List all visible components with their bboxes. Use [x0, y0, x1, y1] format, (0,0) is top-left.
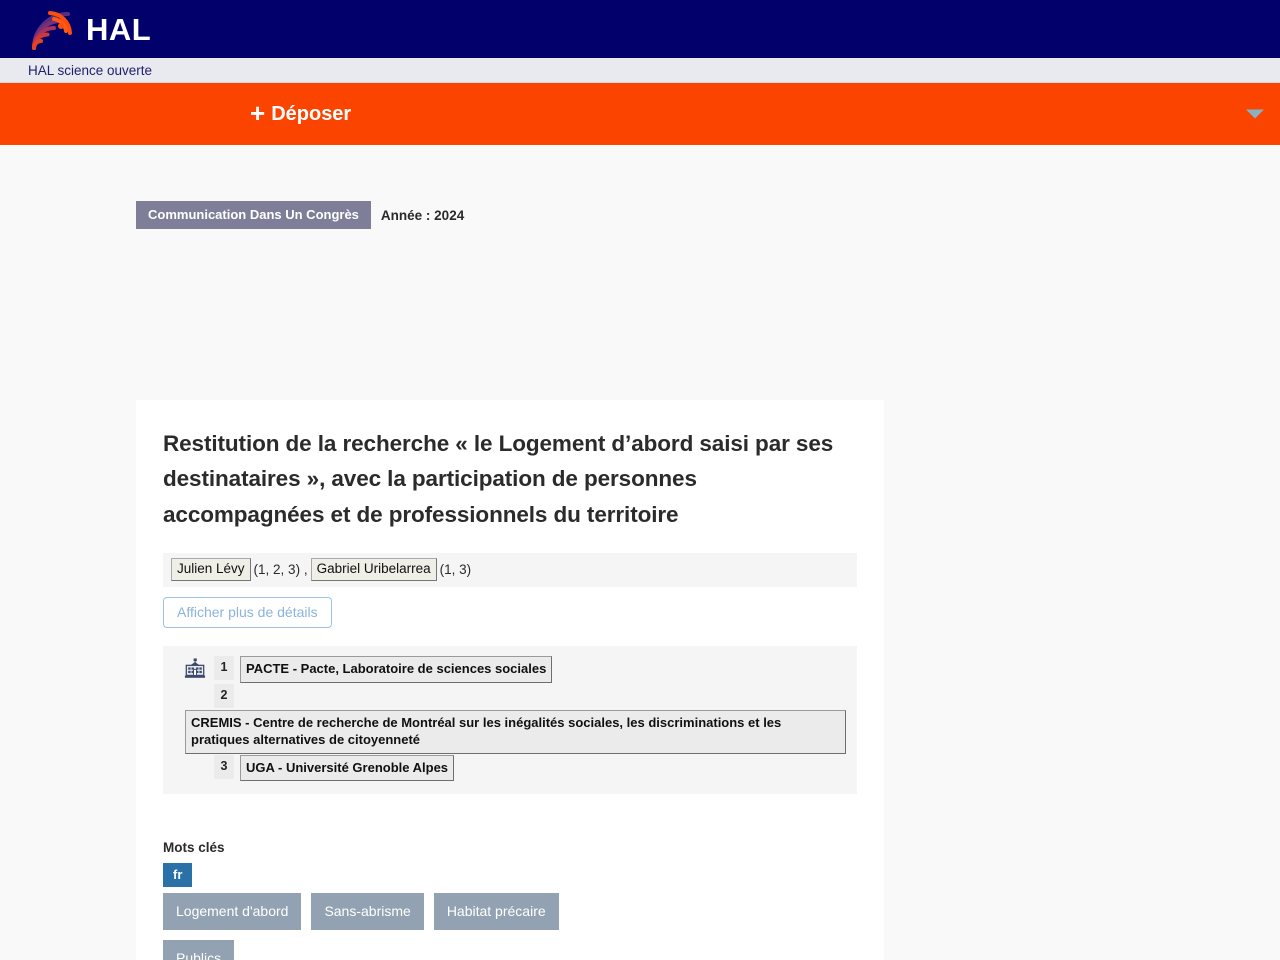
- affiliations-band: 1 PACTE - Pacte, Laboratoire de sciences…: [163, 646, 857, 795]
- keywords-heading: Mots clés: [163, 840, 225, 856]
- keyword-chip[interactable]: Logement d'abord: [163, 893, 302, 931]
- author-affiliation-refs: (1, 2, 3) ,: [253, 562, 308, 578]
- deposit-action-bar: + Déposer: [0, 83, 1280, 145]
- publication-year: Année : 2024: [380, 207, 465, 223]
- keywords-language-badge: fr: [163, 863, 193, 888]
- hal-logo-link[interactable]: HAL: [28, 8, 151, 50]
- deposit-button[interactable]: + Déposer: [250, 98, 352, 128]
- document-card: Restitution de la recherche « le Logemen…: [136, 400, 884, 960]
- affiliation-number: 3: [214, 754, 234, 779]
- document-meta-row: Communication Dans Un Congrès Année : 20…: [136, 201, 464, 229]
- deposit-button-label: Déposer: [271, 102, 352, 125]
- chevron-down-icon[interactable]: [1246, 109, 1264, 119]
- affiliation-row: 2 CREMIS - Centre de recherche de Montré…: [185, 683, 849, 754]
- affiliation-row: 1 PACTE - Pacte, Laboratoire de sciences…: [214, 656, 849, 683]
- page-body: Communication Dans Un Congrès Année : 20…: [0, 145, 1280, 960]
- author-link[interactable]: Julien Lévy: [171, 557, 251, 582]
- portal-tagline-bar: HAL science ouverte: [0, 58, 1280, 83]
- affiliation-link[interactable]: UGA - Université Grenoble Alpes: [240, 754, 455, 782]
- page-title: Restitution de la recherche « le Logemen…: [163, 431, 834, 527]
- affiliation-number: 2: [214, 683, 234, 708]
- hal-brand-text: HAL: [86, 11, 152, 47]
- portal-tagline: HAL science ouverte: [28, 62, 153, 78]
- keyword-chip[interactable]: Publics: [163, 940, 235, 960]
- author-link[interactable]: Gabriel Uribelarrea: [310, 557, 437, 582]
- author-affiliation-refs: (1, 3): [439, 562, 472, 578]
- authors-band: Julien Lévy (1, 2, 3) , Gabriel Uribelar…: [163, 552, 857, 588]
- affiliation-link[interactable]: PACTE - Pacte, Laboratoire de sciences s…: [240, 656, 553, 683]
- keywords-section: Mots clés fr Logement d'abord Sans-abris…: [163, 840, 858, 960]
- document-type-badge[interactable]: Communication Dans Un Congrès: [136, 201, 371, 229]
- affiliation-row: 3 UGA - Université Grenoble Alpes: [214, 754, 849, 782]
- affiliations-list: 1 PACTE - Pacte, Laboratoire de sciences…: [185, 656, 849, 782]
- keyword-chip[interactable]: Habitat précaire: [433, 893, 559, 931]
- keyword-chip[interactable]: Sans-abrisme: [311, 893, 424, 931]
- hal-arcs-logo-icon: [32, 11, 72, 50]
- plus-icon: +: [250, 98, 266, 128]
- affiliation-link[interactable]: CREMIS - Centre de recherche de Montréal…: [185, 709, 846, 754]
- top-navigation-bar: HAL: [0, 0, 1280, 58]
- keywords-chip-list: Logement d'abord Sans-abrisme Habitat pr…: [163, 893, 633, 960]
- bank-building-icon: [184, 658, 206, 678]
- affiliation-number: 1: [214, 656, 234, 681]
- show-more-details-button[interactable]: Afficher plus de détails: [163, 597, 332, 629]
